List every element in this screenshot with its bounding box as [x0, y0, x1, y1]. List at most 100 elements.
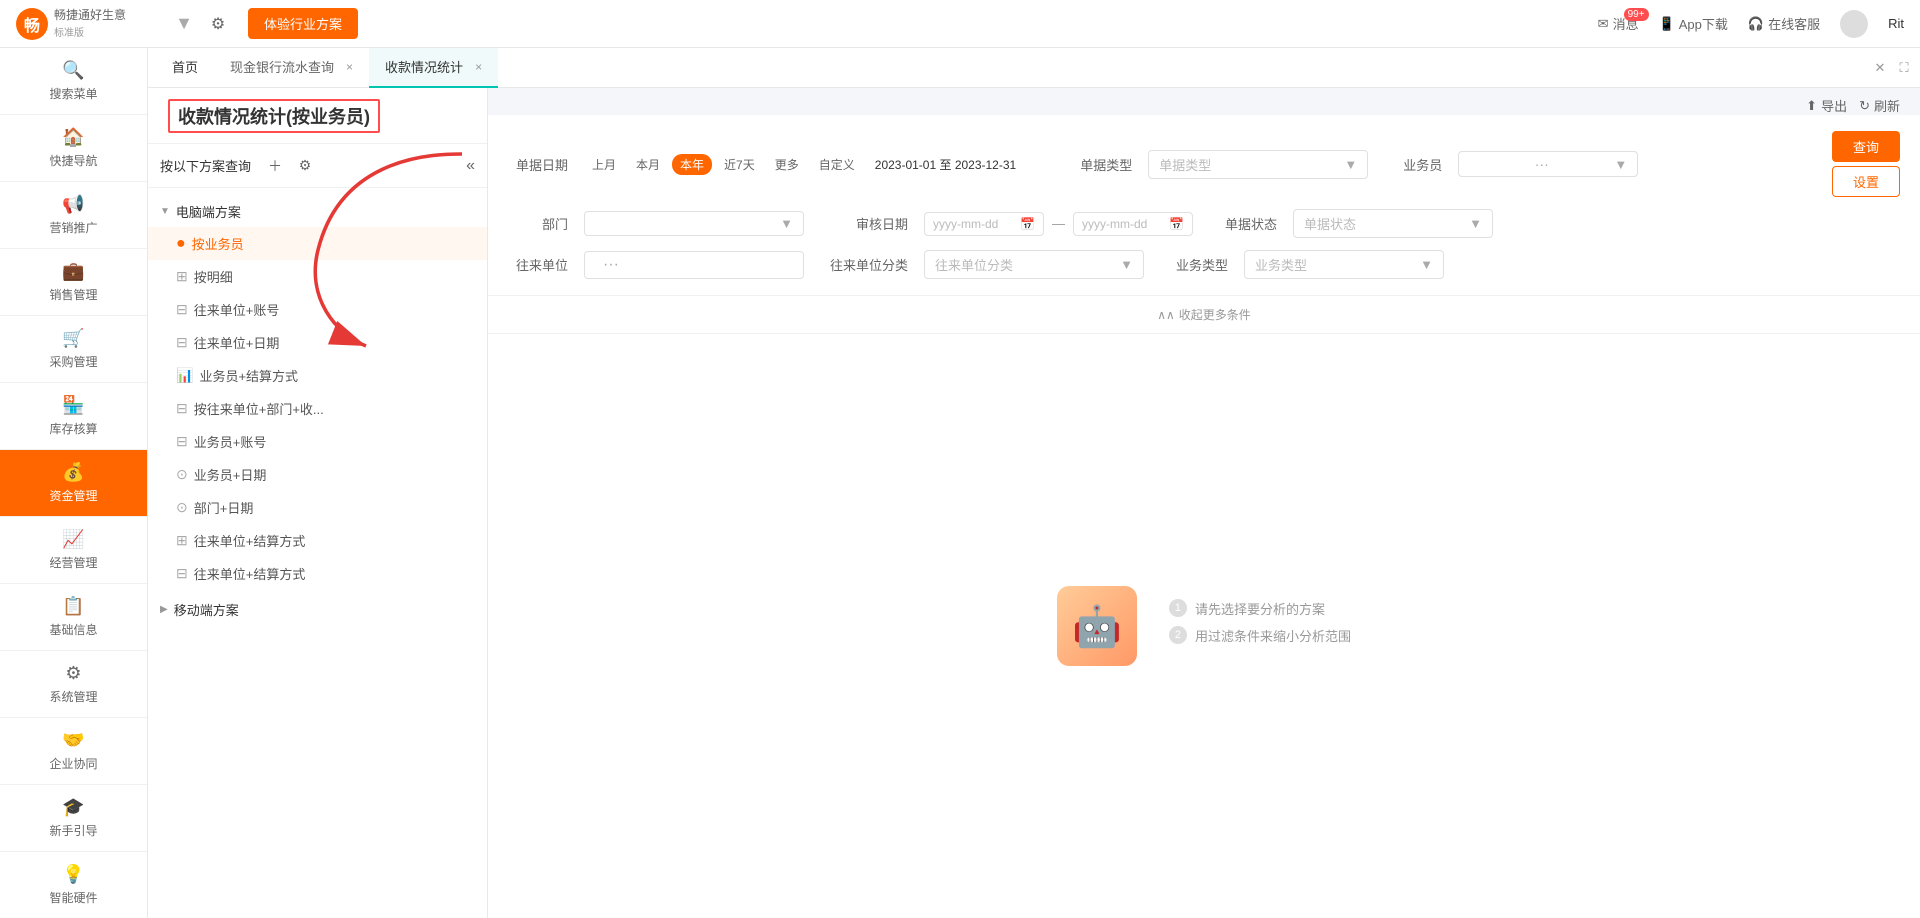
settings-scheme-button[interactable]: ⚙: [293, 154, 317, 178]
app-download-button[interactable]: 📱 App下载: [1659, 14, 1728, 33]
salesperson-select[interactable]: ··· ▼: [1458, 151, 1638, 177]
date-tab-thisyear[interactable]: 本年: [672, 154, 712, 175]
sidebar-item-iot[interactable]: 💡 智能硬件: [0, 852, 147, 918]
query-button[interactable]: 查询: [1832, 131, 1900, 162]
search-icon: 🔍: [62, 60, 84, 81]
cashflow-tab-close[interactable]: ×: [346, 60, 353, 74]
sidebar-item-label: 快捷导航: [49, 152, 97, 169]
action-buttons: 查询 设置: [1832, 131, 1900, 197]
dept-select[interactable]: ▼: [584, 211, 804, 236]
sidebar-item-search[interactable]: 🔍 搜索菜单: [0, 48, 147, 115]
tree-group-header-mobile[interactable]: ▶ 移动端方案: [148, 594, 487, 625]
tree-group-header-desktop[interactable]: ▼ 电脑端方案: [148, 196, 487, 227]
tree-item-salesperson-icon: ●: [176, 235, 186, 253]
doc-status-value: 单据状态: [1304, 214, 1356, 233]
more-icon[interactable]: ···: [1535, 156, 1549, 172]
receipts-tab-close[interactable]: ×: [475, 60, 482, 74]
calendar-icon-end: 📅: [1169, 217, 1184, 231]
refresh-button[interactable]: ↻ 刷新: [1859, 96, 1900, 115]
sidebar-item-marketing[interactable]: 📢 营销推广: [0, 182, 147, 249]
sidebar-item-sales[interactable]: 💼 销售管理: [0, 249, 147, 316]
salesperson-label: 业务员: [1392, 155, 1442, 174]
date-tabs: 上月 本月 本年 近7天 更多 自定义 2023-01-01 至 2023-12…: [584, 154, 1016, 175]
sidebar-item-system[interactable]: ⚙ 系统管理: [0, 651, 147, 718]
sidebar: 🔍 搜索菜单 🏠 快捷导航 📢 营销推广 💼 销售管理 🛒 采购管理 🏪: [0, 48, 148, 918]
dept-date-icon: ⊙: [176, 499, 188, 516]
headset-icon: 🎧: [1748, 16, 1764, 32]
doc-type-value: 单据类型: [1159, 155, 1211, 174]
settings-icon[interactable]: ⚙: [204, 10, 232, 38]
filter-settings-button[interactable]: 设置: [1832, 166, 1900, 197]
doc-status-select[interactable]: 单据状态 ▼: [1293, 209, 1493, 238]
tree-item-label: 部门+日期: [194, 498, 254, 517]
tree-item-detail[interactable]: ⊞ 按明细: [148, 260, 487, 293]
online-service-button[interactable]: 🎧 在线客服: [1748, 14, 1820, 33]
sidebar-item-quicknav[interactable]: 🏠 快捷导航: [0, 115, 147, 182]
export-button[interactable]: ⬆ 导出: [1806, 96, 1847, 115]
tree-item-salesperson-settlement[interactable]: 📊 业务员+结算方式: [148, 359, 487, 392]
sidebar-item-basic[interactable]: 📋 基础信息: [0, 584, 147, 651]
maximize-window-icon[interactable]: ⛶: [1896, 60, 1912, 76]
review-date-start[interactable]: yyyy-mm-dd 📅: [924, 212, 1044, 236]
date-tab-custom[interactable]: 自定义: [811, 154, 863, 175]
date-tab-more[interactable]: 更多: [767, 154, 807, 175]
cp-category-value: 往来单位分类: [935, 255, 1013, 274]
date-tab-7days[interactable]: 近7天: [716, 154, 763, 175]
date-separator: —: [1052, 216, 1065, 231]
tree-item-counterparty-account[interactable]: ⊟ 往来单位+账号: [148, 293, 487, 326]
sidebar-item-purchase[interactable]: 🛒 采购管理: [0, 316, 147, 383]
doc-status-chevron: ▼: [1469, 216, 1482, 231]
logo-icon: 畅: [16, 8, 48, 40]
tree-group-label: 电脑端方案: [176, 202, 241, 221]
tree-item-counterparty-dept[interactable]: ⊟ 按往来单位+部门+收...: [148, 392, 487, 425]
empty-hints: 1 请先选择要分析的方案 2 用过滤条件来缩小分析范围: [1169, 599, 1351, 653]
tree-item-salesperson[interactable]: ● 按业务员: [148, 227, 487, 260]
doc-type-select[interactable]: 单据类型 ▼: [1148, 150, 1368, 179]
collapse-more-btn[interactable]: ∧∧ 收起更多条件: [488, 296, 1920, 334]
refresh-icon: ↻: [1859, 98, 1870, 114]
tree-item-cp-settlement1[interactable]: ⊞ 往来单位+结算方式: [148, 524, 487, 557]
counterparty-more-icon[interactable]: ···: [603, 256, 619, 274]
cp-category-select[interactable]: 往来单位分类 ▼: [924, 250, 1144, 279]
cp-dept-icon: ⊟: [176, 400, 188, 417]
review-date-end[interactable]: yyyy-mm-dd 📅: [1073, 212, 1193, 236]
sidebar-item-finance[interactable]: 💰 资金管理: [0, 450, 147, 517]
collapse-scheme-button[interactable]: «: [466, 157, 475, 175]
sidebar-item-label: 搜索菜单: [49, 85, 97, 102]
message-button[interactable]: ✉ 消息 99+: [1598, 14, 1639, 33]
message-icon: ✉: [1598, 16, 1609, 32]
biz-type-label: 业务类型: [1168, 255, 1228, 274]
date-tab-thismonth[interactable]: 本月: [628, 154, 668, 175]
sidebar-item-ops[interactable]: 📈 经营管理: [0, 517, 147, 584]
tree-item-cp-settlement2[interactable]: ⊟ 往来单位+结算方式: [148, 557, 487, 590]
avatar[interactable]: [1840, 10, 1868, 38]
enterprise-icon: 🤝: [62, 730, 84, 751]
tab-receipts[interactable]: 收款情况统计 ×: [369, 48, 498, 88]
sidebar-item-guide[interactable]: 🎓 新手引导: [0, 785, 147, 852]
empty-state: 🤖 1 请先选择要分析的方案 2 用过滤条件来缩小分析范围: [488, 334, 1920, 918]
tab-cashflow[interactable]: 现金银行流水查询 ×: [214, 48, 369, 88]
tree-item-salesperson-date[interactable]: ⊙ 业务员+日期: [148, 458, 487, 491]
dept-label: 部门: [508, 214, 568, 233]
purchase-icon: 🛒: [62, 328, 84, 349]
tree-item-salesperson-account[interactable]: ⊟ 业务员+账号: [148, 425, 487, 458]
add-scheme-button[interactable]: ＋: [263, 154, 287, 178]
review-date-label: 审核日期: [828, 214, 908, 233]
sidebar-item-enterprise[interactable]: 🤝 企业协同: [0, 718, 147, 785]
counterparty-select[interactable]: ···: [584, 251, 804, 279]
detail-icon: ⊞: [176, 268, 188, 285]
hint-num-2: 2: [1169, 626, 1187, 644]
tree-item-counterparty-date[interactable]: ⊟ 往来单位+日期: [148, 326, 487, 359]
filter-row-2: 部门 ▼ 审核日期 yyyy-mm-dd 📅: [508, 209, 1900, 238]
tree-item-dept-date[interactable]: ⊙ 部门+日期: [148, 491, 487, 524]
sp-acc-icon: ⊟: [176, 433, 188, 450]
trial-button[interactable]: 体验行业方案: [248, 8, 358, 39]
date-tab-lastmonth[interactable]: 上月: [584, 154, 624, 175]
sidebar-item-inventory[interactable]: 🏪 库存核算: [0, 383, 147, 450]
system-icon: ⚙: [65, 663, 81, 684]
biz-type-select[interactable]: 业务类型 ▼: [1244, 250, 1444, 279]
tab-home[interactable]: 首页: [156, 48, 214, 88]
close-window-icon[interactable]: ✕: [1872, 60, 1888, 76]
cp-category-label: 往来单位分类: [828, 255, 908, 274]
tree-arrow-icon-mobile: ▶: [160, 604, 168, 615]
